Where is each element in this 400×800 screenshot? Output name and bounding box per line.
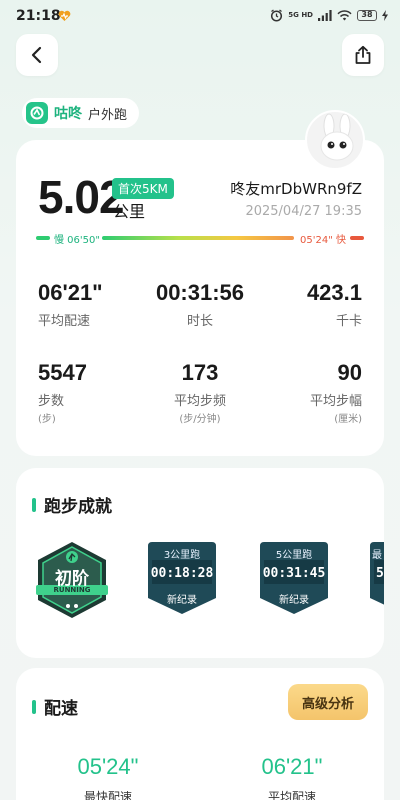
record-tag: 新纪录 (167, 595, 197, 606)
stat-value: 423.1 (306, 280, 362, 305)
activity-type: 户外跑 (88, 107, 128, 123)
status-bar: 21:18 5G HD 38 (0, 0, 400, 34)
stat-stride: 90 平均步幅 (厘米) (232, 360, 362, 425)
section-accent-bar (32, 699, 36, 714)
section-header: 跑步成就 (32, 492, 112, 517)
pace-card: 配速 高级分析 05'24" 最快配速 06'21" 平均配速 (16, 668, 384, 800)
record-title: 5公里跑 (275, 550, 313, 561)
brand-name: 咕咚 (54, 106, 82, 122)
battery-icon: 38 (357, 10, 377, 21)
distance-unit: 公里 (113, 202, 146, 221)
stat-label: 千卡 (335, 314, 362, 329)
pace-fast-marker (350, 236, 364, 240)
section-accent-bar (32, 497, 36, 512)
wifi-icon (337, 10, 352, 21)
share-button[interactable] (342, 34, 384, 76)
record-time: 00:31:45 (262, 566, 326, 581)
average-pace-label: 平均配速 (267, 790, 316, 800)
network-type-label: 5G HD (288, 11, 313, 19)
avatar[interactable] (305, 110, 365, 170)
average-pace-value: 06'21" (261, 754, 323, 779)
distance-value: 5.02 (38, 171, 125, 223)
pace-gradient (102, 236, 294, 240)
achievements-card: 跑步成就 初阶 RUNNING 3公里跑 00:18:28 新纪录 5公里跑 0… (16, 468, 384, 658)
stat-label: 平均步幅 (309, 394, 362, 409)
brand-pill: 咕咚 户外跑 (22, 98, 140, 128)
record-partial[interactable]: 最 5 (366, 540, 384, 616)
fastest-pace-label: 最快配速 (83, 790, 132, 800)
record-time: 00:18:28 (150, 566, 214, 581)
record-3km[interactable]: 3公里跑 00:18:28 新纪录 (144, 540, 220, 616)
record-tag: 新纪录 (279, 595, 309, 606)
pace-slow-label: 慢 06'50" (54, 235, 100, 246)
achievements-title: 跑步成就 (44, 497, 112, 517)
first-5km-badge: 首次5KM (112, 178, 174, 199)
pace-slow-marker (36, 236, 50, 240)
section-header: 配速 (32, 694, 78, 719)
stat-value: 90 (337, 360, 362, 385)
heart-icon (58, 10, 71, 21)
record-title: 3公里跑 (163, 550, 201, 561)
pace-fast-label: 05'24" 快 (300, 235, 346, 246)
record-5km[interactable]: 5公里跑 00:31:45 新纪录 (256, 540, 332, 616)
pace-title: 配速 (44, 699, 78, 719)
stat-unit: (厘米) (334, 414, 362, 425)
status-time: 21:18 (16, 8, 61, 24)
share-icon (355, 45, 371, 64)
codoon-logo-icon (26, 102, 48, 124)
run-summary-card: 5.02 首次5KM 公里 咚友mrDbWRn9fZ 2025/04/27 19… (16, 140, 384, 456)
record-title: 最 (372, 550, 382, 561)
advanced-analysis-button[interactable]: 高级分析 (287, 684, 368, 720)
record-time: 5 (376, 566, 384, 581)
username: 咚友mrDbWRn9fZ (230, 180, 362, 198)
run-datetime: 2025/04/27 19:35 (245, 204, 362, 219)
pace-range-bar: 慢 06'50" 05'24" 快 (36, 231, 364, 246)
medal-sub-label: RUNNING (53, 586, 91, 594)
fastest-pace-value: 05'24" (77, 754, 139, 779)
stat-calories: 423.1 千卡 (232, 280, 362, 329)
back-button[interactable] (16, 34, 58, 76)
chevron-left-icon (31, 46, 42, 64)
fastest-pace: 05'24" 最快配速 (38, 754, 178, 800)
status-icons: 5G HD 38 (270, 9, 388, 22)
level-medal[interactable]: 初阶 RUNNING (34, 540, 110, 620)
signal-icon (318, 10, 332, 21)
alarm-icon (271, 9, 283, 22)
average-pace: 06'21" 平均配速 (222, 754, 362, 800)
charging-icon (382, 10, 388, 21)
